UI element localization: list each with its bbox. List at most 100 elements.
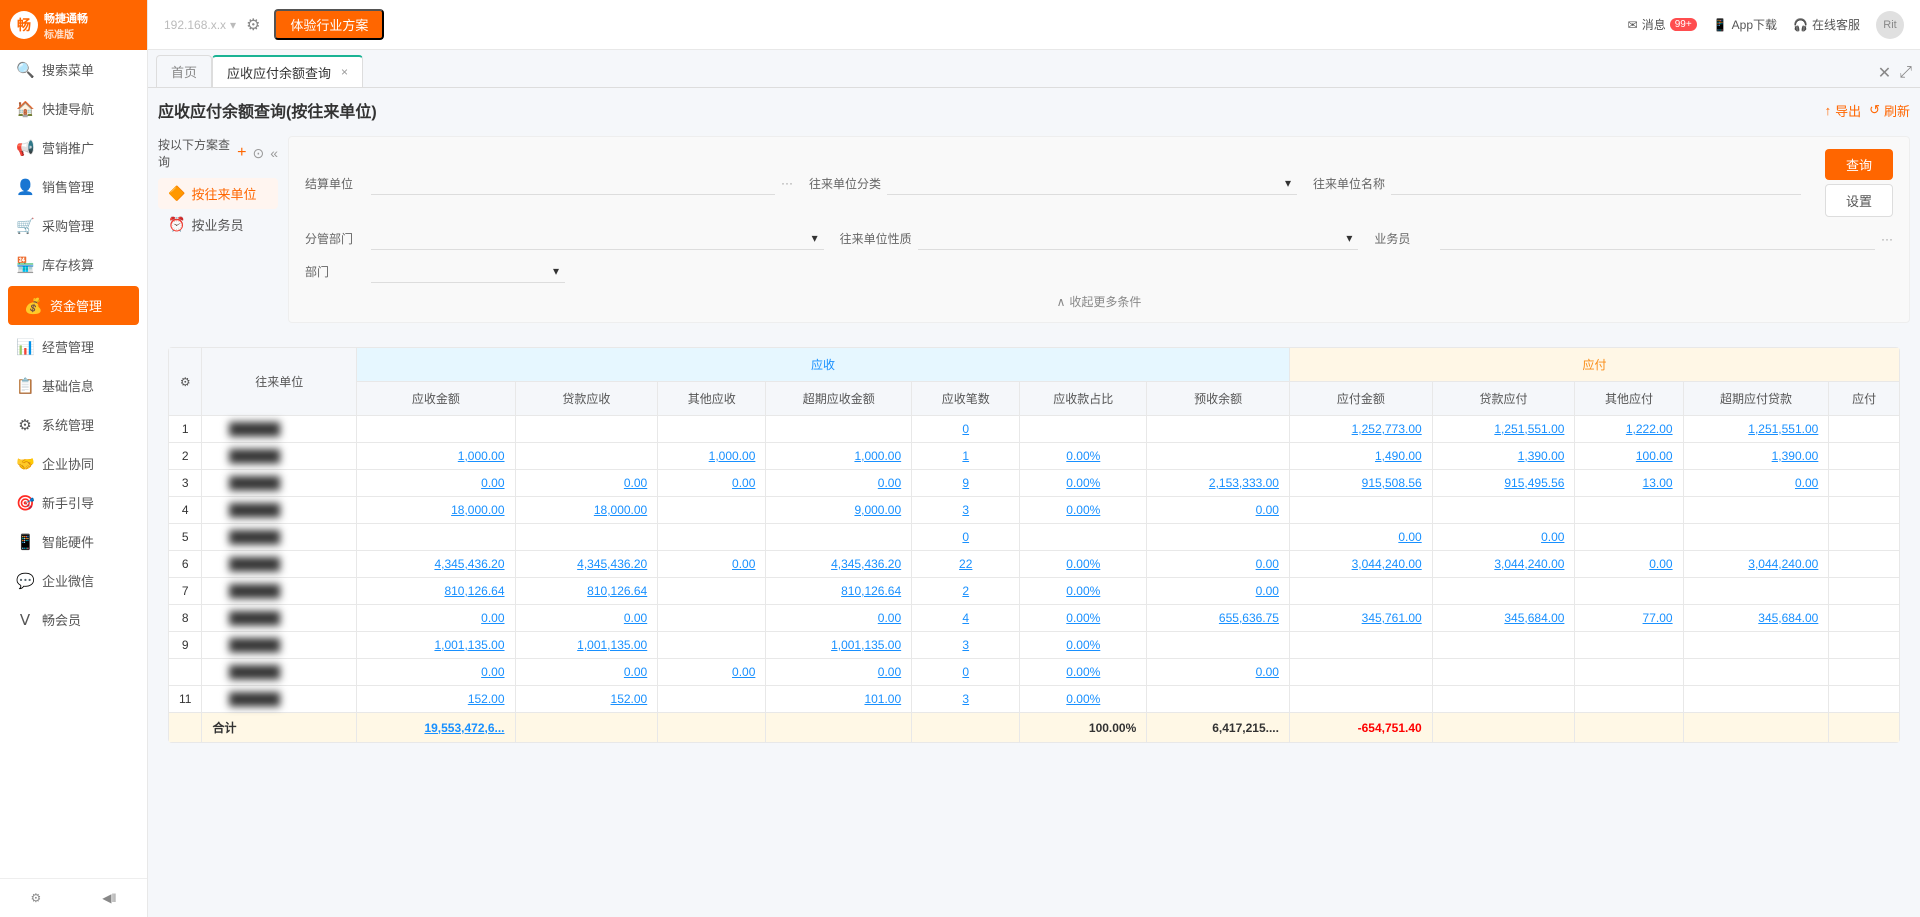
partner-category-select[interactable]: ▾: [887, 172, 1297, 195]
cell-yingfu-amount[interactable]: 3,044,240.00: [1289, 551, 1432, 578]
settlement-unit-dots[interactable]: ···: [781, 176, 793, 190]
cell-overdue-amount[interactable]: 1,000.00: [766, 443, 912, 470]
tabbar-close-icon[interactable]: ✕: [1878, 63, 1891, 83]
message-btn[interactable]: ✉ 消息 99+: [1628, 16, 1697, 33]
add-scheme-btn[interactable]: +: [237, 144, 246, 162]
cell-loan-pay[interactable]: 1,390.00: [1432, 443, 1575, 470]
cell-overdue-amount[interactable]: 0.00: [766, 659, 912, 686]
sidebar-item-smarthw[interactable]: 📱 智能硬件: [0, 522, 147, 561]
cell-loan-receive[interactable]: 810,126.64: [515, 578, 658, 605]
sidebar-item-enterprise[interactable]: 🤝 企业协同: [0, 444, 147, 483]
cell-overdue-amount[interactable]: 4,345,436.20: [766, 551, 912, 578]
cell-other-pay[interactable]: 0.00: [1575, 551, 1683, 578]
cell-loan-pay[interactable]: 1,251,551.00: [1432, 416, 1575, 443]
sidebar-item-capital[interactable]: 💰 资金管理: [8, 286, 139, 325]
cell-receive-count[interactable]: 1: [912, 443, 1020, 470]
cell-other-receive[interactable]: 0.00: [658, 659, 766, 686]
cell-other-receive[interactable]: 1,000.00: [658, 443, 766, 470]
cell-receive-count[interactable]: 22: [912, 551, 1020, 578]
sidebar-item-sales[interactable]: 👤 销售管理: [0, 167, 147, 206]
cell-overdue-amount[interactable]: 810,126.64: [766, 578, 912, 605]
cell-yingfu-amount[interactable]: 0.00: [1289, 524, 1432, 551]
nav-by-salesperson[interactable]: ⏰ 按业务员: [158, 209, 278, 240]
scheme-expand-btn[interactable]: «: [270, 145, 278, 161]
cell-prepay-balance[interactable]: 0.00: [1147, 497, 1290, 524]
cell-receive-count[interactable]: 0: [912, 416, 1020, 443]
cell-receive-ratio[interactable]: 0.00%: [1020, 605, 1147, 632]
settlement-unit-input[interactable]: [371, 172, 775, 195]
refresh-btn[interactable]: ↺ 刷新: [1869, 101, 1910, 120]
cell-receive-count[interactable]: 2: [912, 578, 1020, 605]
cell-loan-pay[interactable]: 345,684.00: [1432, 605, 1575, 632]
cell-overdue-pay[interactable]: 0.00: [1683, 470, 1829, 497]
cell-receive-count[interactable]: 3: [912, 497, 1020, 524]
cell-overdue-amount[interactable]: 101.00: [766, 686, 912, 713]
cell-other-receive[interactable]: 0.00: [658, 470, 766, 497]
sidebar-collapse-btn[interactable]: ◀‖: [94, 887, 124, 909]
cell-yingshou-amount[interactable]: 4,345,436.20: [357, 551, 515, 578]
sidebar-item-system[interactable]: ⚙ 系统管理: [0, 405, 147, 444]
promo-button[interactable]: 体验行业方案: [274, 9, 384, 40]
cell-receive-ratio[interactable]: 0.00%: [1020, 443, 1147, 470]
cell-yingshou-amount[interactable]: 810,126.64: [357, 578, 515, 605]
sidebar-item-baseinfo[interactable]: 📋 基础信息: [0, 366, 147, 405]
sidebar-item-quicknav[interactable]: 🏠 快捷导航: [0, 89, 147, 128]
cell-loan-receive[interactable]: 0.00: [515, 605, 658, 632]
cell-overdue-amount[interactable]: 1,001,135.00: [766, 632, 912, 659]
cell-receive-ratio[interactable]: 0.00%: [1020, 686, 1147, 713]
cell-prepay-balance[interactable]: 0.00: [1147, 659, 1290, 686]
cell-prepay-balance[interactable]: 2,153,333.00: [1147, 470, 1290, 497]
cell-yingshou-amount[interactable]: 152.00: [357, 686, 515, 713]
cell-other-pay[interactable]: 100.00: [1575, 443, 1683, 470]
cell-yingshou-amount[interactable]: 0.00: [357, 470, 515, 497]
cell-receive-ratio[interactable]: 0.00%: [1020, 632, 1147, 659]
salesperson-input[interactable]: [1440, 227, 1875, 250]
collapse-more-btn[interactable]: ∧ 收起更多条件: [305, 293, 1893, 310]
sidebar-item-purchase[interactable]: 🛒 采购管理: [0, 206, 147, 245]
cell-loan-receive[interactable]: 0.00: [515, 470, 658, 497]
set-button[interactable]: 设置: [1825, 184, 1893, 217]
cell-receive-count[interactable]: 0: [912, 524, 1020, 551]
cell-receive-ratio[interactable]: 0.00%: [1020, 470, 1147, 497]
cell-receive-count[interactable]: 0: [912, 659, 1020, 686]
cell-prepay-balance[interactable]: 655,636.75: [1147, 605, 1290, 632]
salesperson-dots[interactable]: ···: [1881, 232, 1893, 246]
cell-overdue-amount[interactable]: 9,000.00: [766, 497, 912, 524]
cell-yingshou-amount[interactable]: 0.00: [357, 605, 515, 632]
cell-overdue-pay[interactable]: 1,251,551.00: [1683, 416, 1829, 443]
cell-yingfu-amount[interactable]: 915,508.56: [1289, 470, 1432, 497]
cell-receive-ratio[interactable]: 0.00%: [1020, 551, 1147, 578]
export-btn[interactable]: ↑ 导出: [1825, 101, 1862, 120]
cell-loan-pay[interactable]: 3,044,240.00: [1432, 551, 1575, 578]
cell-yingfu-amount[interactable]: 345,761.00: [1289, 605, 1432, 632]
cell-receive-count[interactable]: 3: [912, 632, 1020, 659]
cell-yingshou-amount[interactable]: 0.00: [357, 659, 515, 686]
cell-overdue-pay[interactable]: 345,684.00: [1683, 605, 1829, 632]
cell-receive-ratio[interactable]: 0.00%: [1020, 659, 1147, 686]
cell-other-receive[interactable]: 0.00: [658, 551, 766, 578]
cell-yingshou-amount[interactable]: 1,000.00: [357, 443, 515, 470]
sidebar-item-member[interactable]: Ⅴ 畅会员: [0, 600, 147, 639]
sidebar-item-marketing[interactable]: 📢 营销推广: [0, 128, 147, 167]
tabbar-expand-icon[interactable]: ⤢: [1899, 64, 1912, 82]
cell-overdue-amount[interactable]: 0.00: [766, 605, 912, 632]
sidebar-item-search[interactable]: 🔍 搜索菜单: [0, 50, 147, 89]
cell-receive-count[interactable]: 4: [912, 605, 1020, 632]
cell-overdue-pay[interactable]: 1,390.00: [1683, 443, 1829, 470]
sidebar-settings-btn[interactable]: ⚙: [23, 887, 50, 909]
query-button[interactable]: 查询: [1825, 149, 1893, 180]
cell-loan-receive[interactable]: 18,000.00: [515, 497, 658, 524]
cell-receive-count[interactable]: 9: [912, 470, 1020, 497]
service-btn[interactable]: 🎧 在线客服: [1793, 16, 1860, 33]
cell-yingfu-amount[interactable]: 1,252,773.00: [1289, 416, 1432, 443]
scheme-settings-btn[interactable]: ⊙: [252, 145, 264, 162]
sidebar-item-operation[interactable]: 📊 经营管理: [0, 327, 147, 366]
cell-loan-receive[interactable]: 4,345,436.20: [515, 551, 658, 578]
topbar-settings-icon[interactable]: ⚙: [246, 15, 260, 35]
partner-nature-select[interactable]: ▾: [918, 227, 1359, 250]
sidebar-item-wechat[interactable]: 💬 企业微信: [0, 561, 147, 600]
cell-other-pay[interactable]: 77.00: [1575, 605, 1683, 632]
cell-yingshou-amount[interactable]: 18,000.00: [357, 497, 515, 524]
cell-yingshou-amount[interactable]: 1,001,135.00: [357, 632, 515, 659]
dept-select[interactable]: ▾: [371, 260, 565, 283]
